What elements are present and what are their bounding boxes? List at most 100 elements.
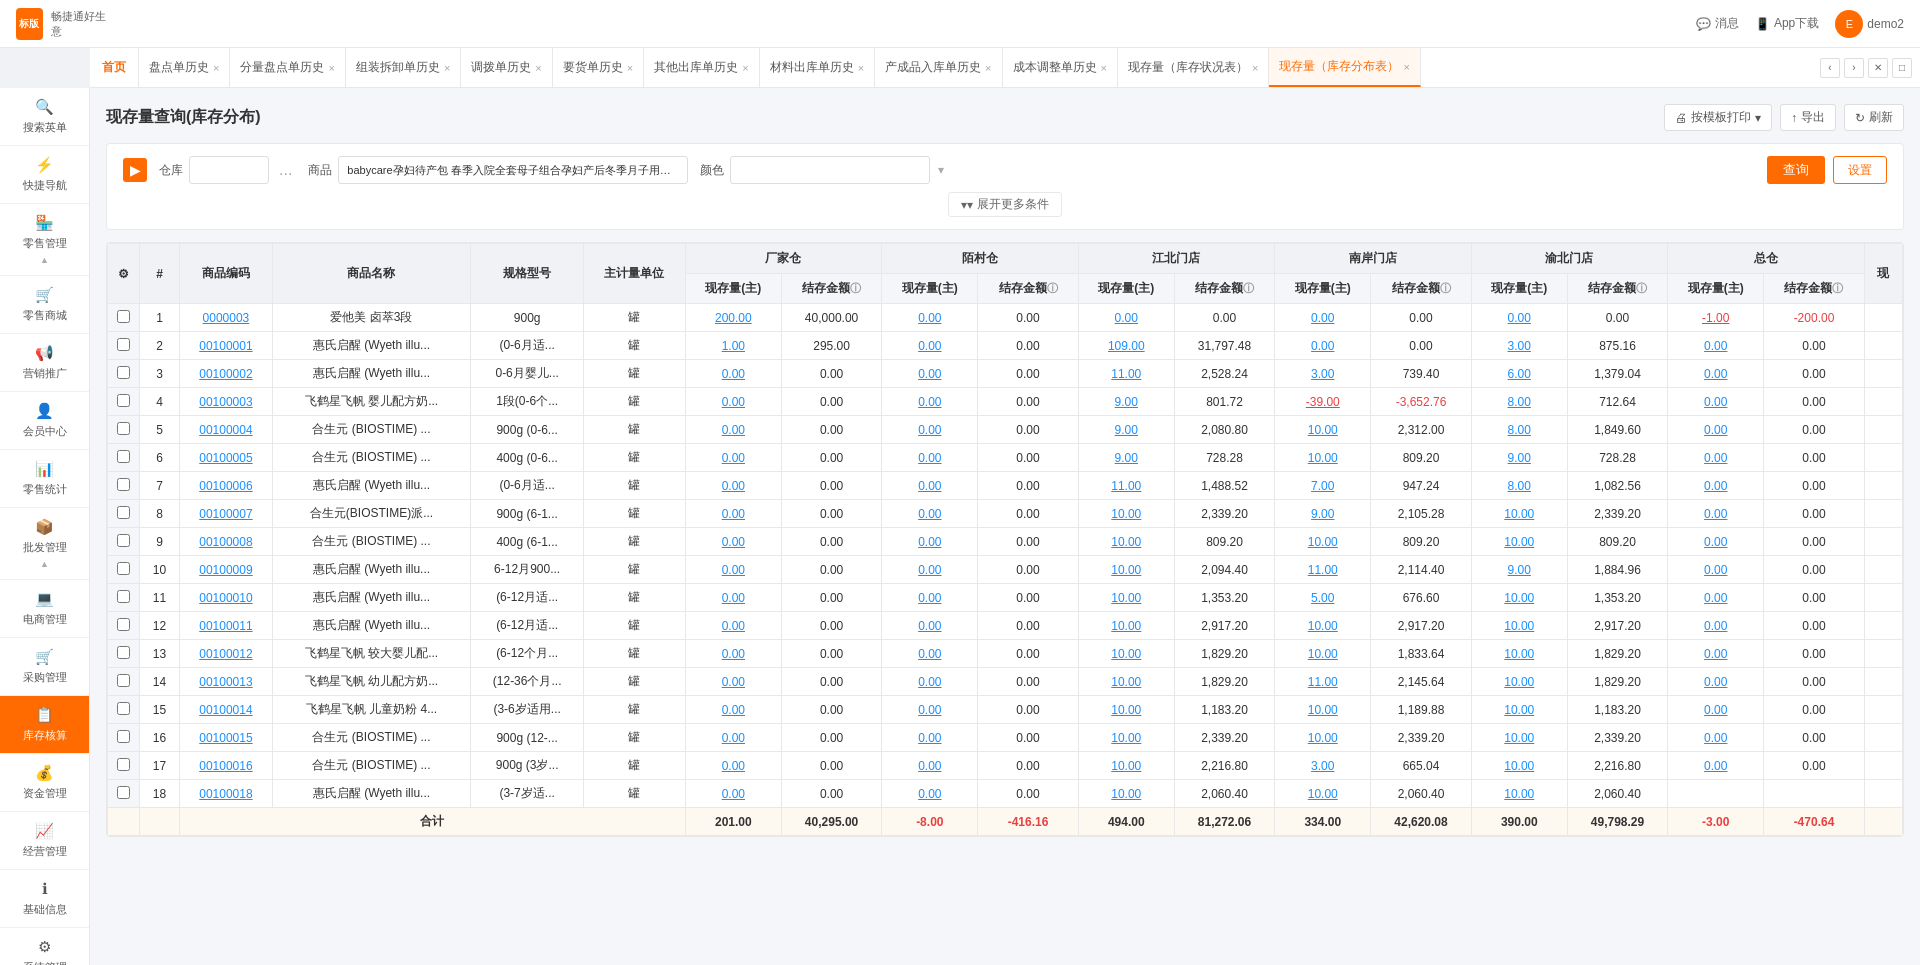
row-code[interactable]: 00100014	[180, 696, 273, 724]
sidebar-item-operation[interactable]: 📈经营管理	[0, 812, 89, 870]
row-na-qty[interactable]: 11.00	[1275, 556, 1371, 584]
sidebar-item-stock[interactable]: 📋库存核算	[0, 696, 89, 754]
row-total-qty[interactable]: 0.00	[1668, 668, 1764, 696]
row-jb-qty[interactable]: 10.00	[1078, 528, 1174, 556]
row-total-qty[interactable]: 0.00	[1668, 556, 1764, 584]
row-m-qty[interactable]: 0.00	[882, 332, 978, 360]
row-m-qty[interactable]: 0.00	[882, 472, 978, 500]
app-download-btn[interactable]: 📱 App下载	[1755, 15, 1819, 32]
col-yb-amt-info[interactable]: ⓘ	[1636, 282, 1647, 294]
row-na-qty[interactable]: 10.00	[1275, 640, 1371, 668]
row-f-qty[interactable]: 0.00	[685, 780, 781, 808]
row-total-qty[interactable]: 0.00	[1668, 752, 1764, 780]
sidebar-item-quick-nav[interactable]: ⚡快捷导航	[0, 146, 89, 204]
col-tot-amt-info[interactable]: ⓘ	[1832, 282, 1843, 294]
row-code[interactable]: 00100016	[180, 752, 273, 780]
row-m-qty[interactable]: 0.00	[882, 668, 978, 696]
row-na-qty[interactable]: 10.00	[1275, 724, 1371, 752]
row-na-qty[interactable]: 10.00	[1275, 528, 1371, 556]
row-select-checkbox[interactable]	[117, 618, 130, 631]
row-jb-qty[interactable]: 10.00	[1078, 752, 1174, 780]
row-m-qty[interactable]: 0.00	[882, 780, 978, 808]
row-m-qty[interactable]: 0.00	[882, 752, 978, 780]
row-f-qty[interactable]: 0.00	[685, 668, 781, 696]
collapse-btn[interactable]: ▶	[123, 158, 147, 182]
row-select-checkbox[interactable]	[117, 562, 130, 575]
row-total-qty[interactable]: 0.00	[1668, 472, 1764, 500]
row-select-checkbox[interactable]	[117, 646, 130, 659]
row-yb-qty[interactable]: 10.00	[1471, 780, 1567, 808]
row-f-qty[interactable]: 0.00	[685, 500, 781, 528]
row-f-qty[interactable]: 200.00	[685, 304, 781, 332]
row-select-checkbox[interactable]	[117, 590, 130, 603]
row-yb-qty[interactable]: 3.00	[1471, 332, 1567, 360]
row-select-checkbox[interactable]	[117, 730, 130, 743]
row-select-checkbox[interactable]	[117, 422, 130, 435]
warehouse-input[interactable]	[189, 156, 269, 184]
row-code[interactable]: 00100010	[180, 584, 273, 612]
row-code[interactable]: 00100005	[180, 444, 273, 472]
col-jb-amt-info[interactable]: ⓘ	[1243, 282, 1254, 294]
row-yb-qty[interactable]: 10.00	[1471, 696, 1567, 724]
row-na-qty[interactable]: 3.00	[1275, 360, 1371, 388]
sidebar-item-retail-mall[interactable]: 🛒零售商城	[0, 276, 89, 334]
row-f-qty[interactable]: 0.00	[685, 528, 781, 556]
row-jb-qty[interactable]: 11.00	[1078, 472, 1174, 500]
row-jb-qty[interactable]: 10.00	[1078, 500, 1174, 528]
row-code[interactable]: 00100011	[180, 612, 273, 640]
row-m-qty[interactable]: 0.00	[882, 584, 978, 612]
row-total-qty[interactable]: 0.00	[1668, 360, 1764, 388]
row-yb-qty[interactable]: 8.00	[1471, 472, 1567, 500]
row-yb-qty[interactable]: 9.00	[1471, 556, 1567, 584]
col-settings-header[interactable]: ⚙	[108, 244, 140, 304]
row-total-qty[interactable]: 0.00	[1668, 444, 1764, 472]
row-m-qty[interactable]: 0.00	[882, 612, 978, 640]
row-na-qty[interactable]: -39.00	[1275, 388, 1371, 416]
row-jb-qty[interactable]: 10.00	[1078, 696, 1174, 724]
row-total-qty[interactable]: 0.00	[1668, 500, 1764, 528]
row-f-qty[interactable]: 0.00	[685, 752, 781, 780]
row-m-qty[interactable]: 0.00	[882, 500, 978, 528]
row-code[interactable]: 00100003	[180, 388, 273, 416]
row-select-checkbox[interactable]	[117, 366, 130, 379]
row-m-qty[interactable]: 0.00	[882, 556, 978, 584]
row-f-qty[interactable]: 0.00	[685, 416, 781, 444]
row-yb-qty[interactable]: 10.00	[1471, 500, 1567, 528]
row-f-qty[interactable]: 0.00	[685, 724, 781, 752]
row-total-qty[interactable]: -1.00	[1668, 304, 1764, 332]
row-na-qty[interactable]: 10.00	[1275, 780, 1371, 808]
print-btn[interactable]: 🖨 按模板打印 ▾	[1664, 104, 1772, 131]
row-yb-qty[interactable]: 10.00	[1471, 668, 1567, 696]
row-f-qty[interactable]: 0.00	[685, 360, 781, 388]
row-f-qty[interactable]: 1.00	[685, 332, 781, 360]
row-m-qty[interactable]: 0.00	[882, 388, 978, 416]
row-jb-qty[interactable]: 10.00	[1078, 612, 1174, 640]
row-yb-qty[interactable]: 10.00	[1471, 528, 1567, 556]
row-code[interactable]: 00100013	[180, 668, 273, 696]
sidebar-item-wholesale-mgmt[interactable]: 📦批发管理▲	[0, 508, 89, 580]
row-f-qty[interactable]: 0.00	[685, 472, 781, 500]
search-btn[interactable]: 查询	[1767, 156, 1825, 184]
row-f-qty[interactable]: 0.00	[685, 612, 781, 640]
user-area[interactable]: E demo2	[1835, 10, 1904, 38]
row-total-qty[interactable]: 0.00	[1668, 416, 1764, 444]
row-code[interactable]: 00100007	[180, 500, 273, 528]
row-select-checkbox[interactable]	[117, 758, 130, 771]
row-m-qty[interactable]: 0.00	[882, 696, 978, 724]
row-f-qty[interactable]: 0.00	[685, 696, 781, 724]
message-btn[interactable]: 💬 消息	[1696, 15, 1739, 32]
col-f-amt-info[interactable]: ⓘ	[850, 282, 861, 294]
row-yb-qty[interactable]: 10.00	[1471, 584, 1567, 612]
row-total-qty[interactable]: 0.00	[1668, 696, 1764, 724]
row-m-qty[interactable]: 0.00	[882, 640, 978, 668]
row-jb-qty[interactable]: 10.00	[1078, 780, 1174, 808]
row-na-qty[interactable]: 11.00	[1275, 668, 1371, 696]
row-m-qty[interactable]: 0.00	[882, 360, 978, 388]
row-select-checkbox[interactable]	[117, 310, 130, 323]
row-select-checkbox[interactable]	[117, 506, 130, 519]
row-na-qty[interactable]: 5.00	[1275, 584, 1371, 612]
row-total-qty[interactable]: 0.00	[1668, 388, 1764, 416]
row-yb-qty[interactable]: 10.00	[1471, 724, 1567, 752]
col-m-amt-info[interactable]: ⓘ	[1047, 282, 1058, 294]
row-yb-qty[interactable]: 9.00	[1471, 444, 1567, 472]
